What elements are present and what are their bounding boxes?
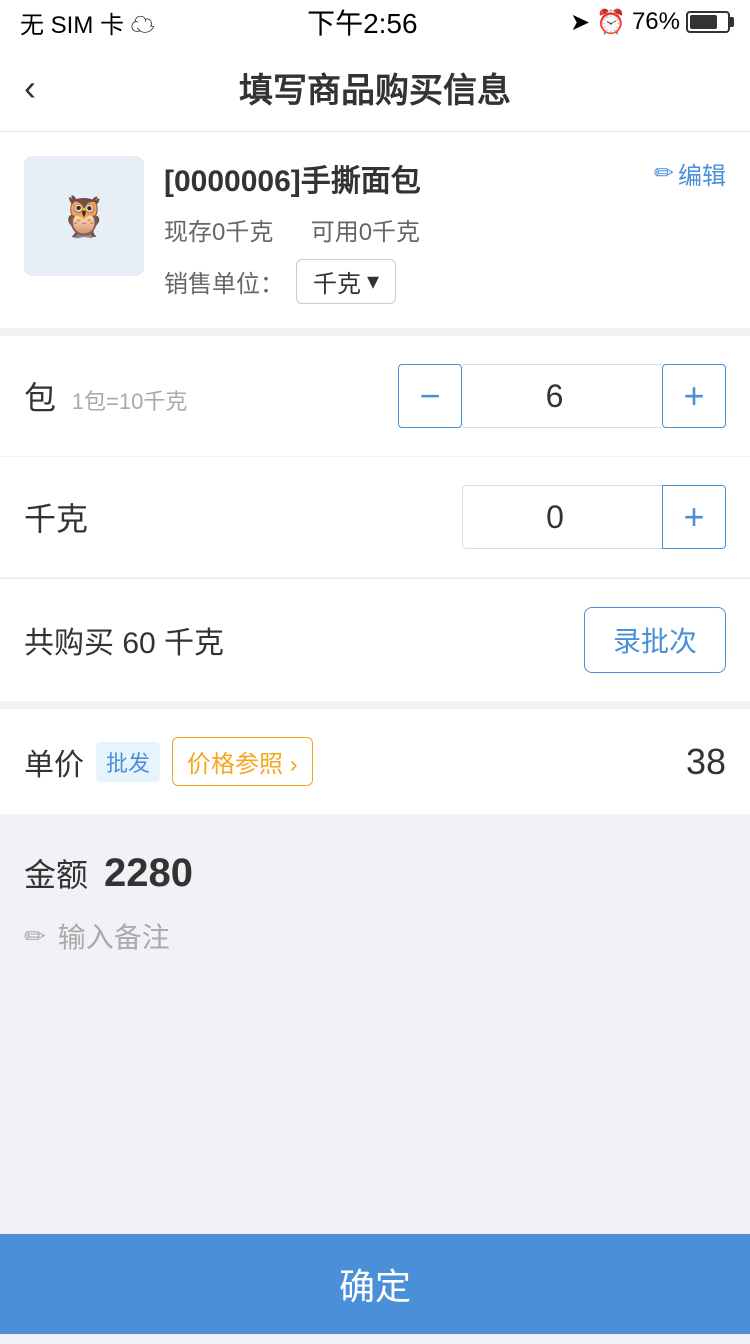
remark-icon: ✏ <box>24 921 46 952</box>
product-unit-row: 销售单位： 千克 ▾ <box>164 259 726 304</box>
edit-button[interactable]: ✏ 编辑 <box>654 156 726 191</box>
amount-label: 金额 <box>24 850 88 896</box>
unit-select[interactable]: 千克 ▾ <box>296 259 396 304</box>
kg-quantity-row: 千克 + <box>0 457 750 578</box>
amount-section: 金额 2280 ✏ 输入备注 <box>0 822 750 984</box>
status-time: 下午2:56 <box>307 2 418 42</box>
remark-row[interactable]: ✏ 输入备注 <box>24 916 726 956</box>
status-left: 无 SIM 卡 ☁ <box>20 5 155 40</box>
product-name-row: [0000006]手撕面包 ✏ 编辑 <box>164 156 726 200</box>
total-text: 共购买 60 千克 <box>24 618 224 662</box>
unit-label: 销售单位： <box>164 264 284 299</box>
price-ref-button[interactable]: 价格参照 › <box>172 737 313 786</box>
price-tag: 批发 <box>96 742 160 782</box>
product-name: [0000006]手撕面包 <box>164 156 421 200</box>
remark-text: 输入备注 <box>58 916 170 956</box>
bag-label: 包 <box>24 380 56 416</box>
kg-plus-button[interactable]: + <box>662 485 726 549</box>
bag-quantity-input[interactable] <box>462 364 662 428</box>
total-row: 共购买 60 千克 录批次 <box>0 579 750 709</box>
price-section: 单价 批发 价格参照 › 38 <box>0 709 750 822</box>
page-title: 填写商品购买信息 <box>239 63 511 112</box>
status-right: ➤ ⏰ 76% <box>570 8 730 37</box>
price-left: 单价 批发 价格参照 › <box>24 737 313 786</box>
bag-quantity-row: 包 1包=10千克 − + <box>0 336 750 457</box>
quantity-section: 包 1包=10千克 − + 千克 + <box>0 336 750 579</box>
bag-sublabel: 1包=10千克 <box>72 389 188 414</box>
location-icon: ➤ <box>570 8 590 37</box>
back-button[interactable]: ‹ <box>24 67 36 109</box>
batch-button[interactable]: 录批次 <box>584 607 726 673</box>
dropdown-icon: ▾ <box>367 267 379 296</box>
product-logo: 🦉 <box>59 193 109 240</box>
alarm-icon: ⏰ <box>596 8 626 37</box>
available-text <box>280 219 304 246</box>
product-section: 🦉 [0000006]手撕面包 ✏ 编辑 现存0千克 可用0千克 销售单位： 千… <box>0 132 750 336</box>
product-info: [0000006]手撕面包 ✏ 编辑 现存0千克 可用0千克 销售单位： 千克 … <box>164 156 726 304</box>
product-stock: 现存0千克 可用0千克 <box>164 212 726 247</box>
bag-quantity-control: − + <box>398 364 726 428</box>
kg-quantity-control: + <box>462 485 726 549</box>
price-row: 单价 批发 价格参照 › 38 <box>24 737 726 786</box>
price-label: 单价 <box>24 740 84 784</box>
bag-plus-button[interactable]: + <box>662 364 726 428</box>
kg-label: 千克 <box>24 501 88 537</box>
confirm-button[interactable]: 确定 <box>0 1234 750 1334</box>
edit-icon: ✏ <box>654 159 674 188</box>
available-value: 可用0千克 <box>311 219 420 246</box>
battery-icon <box>686 11 730 33</box>
amount-value: 2280 <box>104 851 193 896</box>
nav-bar: ‹ 填写商品购买信息 <box>0 44 750 132</box>
battery-percent: 76% <box>632 8 680 36</box>
status-bar: 无 SIM 卡 ☁ 下午2:56 ➤ ⏰ 76% <box>0 0 750 44</box>
stock-text: 现存0千克 <box>164 219 273 246</box>
bag-label-container: 包 1包=10千克 <box>24 373 398 419</box>
sim-label: 无 SIM 卡 ☁ <box>20 5 155 40</box>
edit-label: 编辑 <box>678 156 726 191</box>
product-image: 🦉 <box>24 156 144 276</box>
kg-quantity-input[interactable] <box>462 485 662 549</box>
unit-value: 千克 <box>313 264 361 299</box>
price-value: 38 <box>686 741 726 783</box>
amount-row: 金额 2280 <box>24 850 726 896</box>
kg-label-container: 千克 <box>24 494 462 540</box>
bag-minus-button[interactable]: − <box>398 364 462 428</box>
